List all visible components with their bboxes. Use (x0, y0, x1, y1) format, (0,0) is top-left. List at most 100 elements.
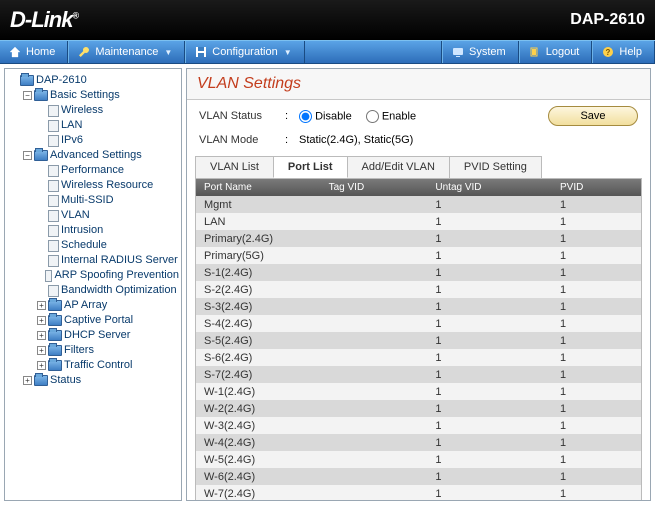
help-icon: ? (601, 45, 615, 59)
cell-pvid: 1 (552, 298, 641, 315)
tab-port-list[interactable]: Port List (273, 156, 348, 178)
svg-text:?: ? (606, 48, 611, 57)
cell-tag (321, 451, 428, 468)
cell-pvid: 1 (552, 468, 641, 485)
save-button[interactable]: Save (548, 106, 638, 126)
tree-lan-label: LAN (61, 118, 82, 133)
radio-disable[interactable] (299, 110, 312, 123)
cell-port: S-6(2.4G) (196, 349, 321, 366)
tree-collapse-icon[interactable]: − (23, 151, 32, 160)
menu-logout[interactable]: Logout (519, 41, 593, 63)
tree-expand-icon[interactable]: + (37, 301, 46, 310)
tree-radius[interactable]: Internal RADIUS Server (37, 253, 179, 268)
menu-logout-label: Logout (546, 46, 580, 58)
menu-system-label: System (469, 46, 506, 58)
tree-ipv6-label: IPv6 (61, 133, 83, 148)
radio-enable[interactable] (366, 110, 379, 123)
cell-port: S-3(2.4G) (196, 298, 321, 315)
tree-filters[interactable]: + Filters (37, 343, 179, 358)
file-icon (48, 120, 59, 132)
tree-wireless[interactable]: Wireless (37, 103, 179, 118)
table-row: W-3(2.4G)11 (196, 417, 641, 434)
menu-configuration[interactable]: Configuration ▼ (185, 41, 304, 63)
cell-port: S-4(2.4G) (196, 315, 321, 332)
tree-ap-array[interactable]: +AP Array (37, 298, 179, 313)
vlan-status-disable[interactable]: Disable (299, 110, 352, 123)
table-row: S-4(2.4G)11 (196, 315, 641, 332)
tab-add-edit-vlan[interactable]: Add/Edit VLAN (347, 156, 450, 178)
tree-expand-icon[interactable]: + (37, 346, 46, 355)
tree-lan[interactable]: LAN (37, 118, 179, 133)
table-row: S-6(2.4G)11 (196, 349, 641, 366)
cell-port: S-2(2.4G) (196, 281, 321, 298)
brand-bar: D-Link® DAP-2610 (0, 0, 655, 40)
cell-tag (321, 400, 428, 417)
cell-untag: 1 (427, 349, 552, 366)
cell-port: W-2(2.4G) (196, 400, 321, 417)
tree-expand-icon[interactable]: + (23, 376, 32, 385)
table-row: Primary(5G)11 (196, 247, 641, 264)
tree-wireless-label: Wireless (61, 103, 103, 118)
cell-tag (321, 315, 428, 332)
vlan-mode-value: Static(2.4G), Static(5G) (299, 134, 413, 146)
tree-multi-ssid[interactable]: Multi-SSID (37, 193, 179, 208)
cell-port: W-1(2.4G) (196, 383, 321, 400)
tree-ipv6[interactable]: IPv6 (37, 133, 179, 148)
tree-performance[interactable]: Performance (37, 163, 179, 178)
tree-expand-icon[interactable]: + (37, 316, 46, 325)
tree-bandwidth[interactable]: Bandwidth Optimization (37, 283, 179, 298)
cell-port: S-7(2.4G) (196, 366, 321, 383)
tree-arp[interactable]: ARP Spoofing Prevention (37, 268, 179, 283)
tree-advanced-settings[interactable]: − Advanced Settings (23, 148, 179, 163)
tree-toggle-icon (9, 76, 18, 85)
tree-basic-label: Basic Settings (50, 88, 120, 103)
cell-port: W-7(2.4G) (196, 485, 321, 501)
cell-pvid: 1 (552, 281, 641, 298)
folder-icon (48, 300, 62, 311)
tree-filters-label: Filters (64, 343, 94, 358)
vlan-status-enable[interactable]: Enable (366, 110, 416, 123)
tab-pvid-setting[interactable]: PVID Setting (449, 156, 542, 178)
tree-basic-settings[interactable]: − Basic Settings (23, 88, 179, 103)
cell-untag: 1 (427, 485, 552, 501)
cell-port: Primary(2.4G) (196, 230, 321, 247)
logout-icon (528, 45, 542, 59)
file-icon (48, 195, 59, 207)
tree-traffic[interactable]: +Traffic Control (37, 358, 179, 373)
tree-expand-icon[interactable]: + (37, 331, 46, 340)
folder-icon (48, 330, 62, 341)
model-label: DAP-2610 (570, 11, 645, 29)
tab-vlan-list[interactable]: VLAN List (195, 156, 274, 178)
chevron-down-icon: ▼ (284, 48, 292, 57)
tree-dhcp[interactable]: +DHCP Server (37, 328, 179, 343)
file-icon (48, 240, 59, 252)
tree-expand-icon[interactable]: + (37, 361, 46, 370)
tree-wireless-resource[interactable]: Wireless Resource (37, 178, 179, 193)
panel-title: VLAN Settings (187, 69, 650, 100)
tree-captive[interactable]: + Captive Portal (37, 313, 179, 328)
tree-arp-label: ARP Spoofing Prevention (54, 268, 179, 283)
menu-system[interactable]: System (442, 41, 519, 63)
cell-pvid: 1 (552, 264, 641, 281)
cell-untag: 1 (427, 281, 552, 298)
save-icon (194, 45, 208, 59)
cell-pvid: 1 (552, 383, 641, 400)
tree-captive-label: Captive Portal (64, 313, 133, 328)
tree-intrusion[interactable]: Intrusion (37, 223, 179, 238)
menu-home[interactable]: Home (0, 41, 68, 63)
menu-maintenance-label: Maintenance (95, 46, 158, 58)
tree-vlan[interactable]: VLAN (37, 208, 179, 223)
tree-root[interactable]: DAP-2610 (9, 73, 179, 88)
menu-maintenance[interactable]: Maintenance ▼ (68, 41, 185, 63)
cell-pvid: 1 (552, 315, 641, 332)
tree-schedule[interactable]: Schedule (37, 238, 179, 253)
menu-help[interactable]: ? Help (592, 41, 655, 63)
cell-tag (321, 298, 428, 315)
tree-collapse-icon[interactable]: − (23, 91, 32, 100)
brand-reg: ® (72, 11, 78, 21)
cell-tag (321, 468, 428, 485)
tree-status[interactable]: + Status (23, 373, 179, 388)
table-row: W-1(2.4G)11 (196, 383, 641, 400)
system-icon (451, 45, 465, 59)
cell-port: W-6(2.4G) (196, 468, 321, 485)
